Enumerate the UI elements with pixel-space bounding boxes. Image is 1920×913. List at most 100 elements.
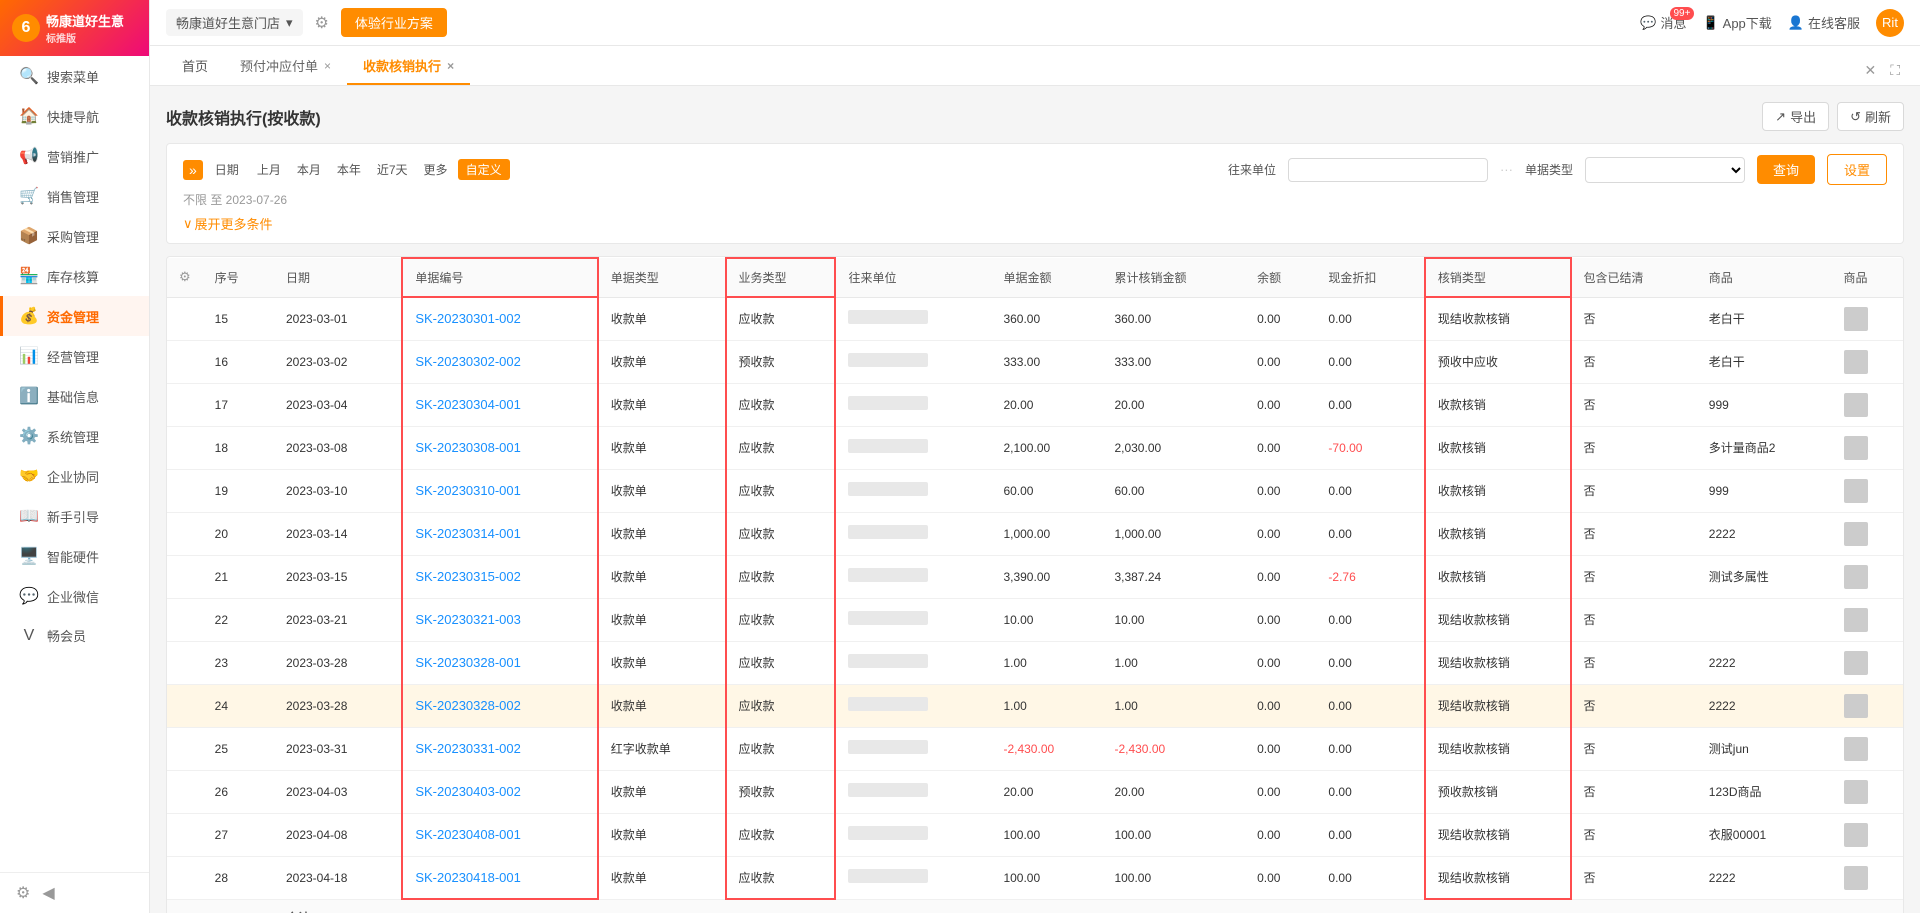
cell-discount: 0.00 (1316, 598, 1424, 641)
cell-goods: 999 (1697, 383, 1832, 426)
sidebar-item-finance[interactable]: 💰 资金管理 (0, 296, 149, 336)
sidebar-collapse-icon[interactable]: ◀ (42, 883, 54, 903)
cell-amount: 100.00 (991, 856, 1102, 899)
cell-biz-type: 应收款 (726, 856, 836, 899)
table-row: 27 2023-04-08 SK-20230408-001 收款单 应收款 10… (167, 813, 1903, 856)
tab-close-all-button[interactable]: ✕ (1860, 60, 1880, 81)
date-this-year-btn[interactable]: 本年 (331, 159, 367, 180)
cell-amount: 20.00 (991, 383, 1102, 426)
cell-biz-type: 应收款 (726, 727, 836, 770)
doc-no-link[interactable]: SK-20230418-001 (415, 870, 521, 885)
guide-icon: 📖 (19, 506, 39, 526)
doc-no-link[interactable]: SK-20230308-001 (415, 440, 521, 455)
filter-row-1: » 日期 上月 本月 本年 近7天 更多 自定义 往来单位 ··· 单据类型 (183, 154, 1887, 185)
cell-partner (835, 512, 991, 555)
table-body: 15 2023-03-01 SK-20230301-002 收款单 应收款 36… (167, 297, 1903, 899)
sidebar-item-wechat[interactable]: 💬 企业微信 (0, 576, 149, 616)
sidebar-item-purchase[interactable]: 📦 采购管理 (0, 216, 149, 256)
messages-button[interactable]: 💬 消息 99+ (1640, 13, 1686, 32)
cell-discount: 0.00 (1316, 340, 1424, 383)
sidebar-item-member[interactable]: V 畅会员 (0, 616, 149, 655)
cell-biz-type: 应收款 (726, 512, 836, 555)
solution-button[interactable]: 体验行业方案 (341, 8, 447, 37)
cell-no: 22 (203, 598, 274, 641)
page-title: 收款核销执行(按收款) (166, 105, 321, 129)
data-table: ⚙ 序号 日期 单据编号 单据类型 业务类型 往来单位 单据金额 累计核销金额 … (167, 257, 1903, 913)
cell-discount: -2.76 (1316, 555, 1424, 598)
doc-no-link[interactable]: SK-20230328-002 (415, 698, 521, 713)
cell-goods: 999 (1697, 469, 1832, 512)
doc-no-link[interactable]: SK-20230321-003 (415, 612, 521, 627)
refresh-button[interactable]: ↺ 刷新 (1837, 102, 1904, 131)
doc-type-select[interactable] (1585, 157, 1745, 183)
date-filter-label: 日期 (215, 161, 239, 178)
user-avatar[interactable]: Rit (1876, 9, 1904, 37)
cell-discount: 0.00 (1316, 512, 1424, 555)
doc-no-link[interactable]: SK-20230304-001 (415, 397, 521, 412)
cell-partner (835, 555, 991, 598)
tab-home[interactable]: 首页 (166, 48, 224, 85)
tab-receipt[interactable]: 收款核销执行 × (347, 48, 470, 85)
sidebar-item-system[interactable]: ⚙️ 系统管理 (0, 416, 149, 456)
doc-no-link[interactable]: SK-20230314-001 (415, 526, 521, 541)
service-icon: 👤 (1788, 15, 1804, 31)
cell-include-settled: 否 (1571, 856, 1697, 899)
date-this-month-btn[interactable]: 本月 (291, 159, 327, 180)
col-settings-header[interactable]: ⚙ (167, 258, 203, 297)
export-button[interactable]: ↗ 导出 (1762, 102, 1829, 131)
cell-verified: -2,430.00 (1102, 727, 1245, 770)
tab-payable-close[interactable]: × (324, 59, 331, 73)
doc-no-link[interactable]: SK-20230301-002 (415, 311, 521, 326)
doc-no-link[interactable]: SK-20230408-001 (415, 827, 521, 842)
settings-filter-button[interactable]: 设置 (1827, 154, 1887, 185)
sidebar-item-label: 库存核算 (47, 267, 99, 286)
cell-amount: 10.00 (991, 598, 1102, 641)
partner-input[interactable] (1288, 158, 1488, 182)
date-7days-btn[interactable]: 近7天 (371, 159, 414, 180)
sidebar-item-label: 企业协同 (47, 467, 99, 486)
cell-goods2 (1832, 297, 1903, 340)
doc-no-link[interactable]: SK-20230302-002 (415, 354, 521, 369)
sidebar-item-label: 经营管理 (47, 347, 99, 366)
partner-label: 往来单位 (1228, 161, 1276, 178)
doc-no-link[interactable]: SK-20230331-002 (415, 741, 521, 756)
sidebar-item-basic[interactable]: ℹ️ 基础信息 (0, 376, 149, 416)
sidebar-settings-icon[interactable]: ⚙ (16, 883, 30, 903)
sidebar-item-inventory[interactable]: 🏪 库存核算 (0, 256, 149, 296)
tab-maximize-button[interactable]: ⛶ (1886, 60, 1904, 81)
tab-receipt-close[interactable]: × (447, 59, 454, 73)
filter-expand-left-icon[interactable]: » (183, 160, 203, 180)
doc-no-link[interactable]: SK-20230315-002 (415, 569, 521, 584)
sidebar-item-operation[interactable]: 📊 经营管理 (0, 336, 149, 376)
column-settings-icon[interactable]: ⚙ (179, 269, 191, 284)
col-include-settled-header: 包含已结清 (1571, 258, 1697, 297)
query-button[interactable]: 查询 (1757, 155, 1815, 184)
workspace-selector[interactable]: 畅康道好生意门店 ▾ (166, 9, 303, 36)
sidebar-item-shortcut[interactable]: 🏠 快捷导航 (0, 96, 149, 136)
cell-include-settled: 否 (1571, 813, 1697, 856)
cell-settings (167, 641, 203, 684)
cell-doc-type: 收款单 (598, 426, 726, 469)
doc-no-link[interactable]: SK-20230403-002 (415, 784, 521, 799)
app-download-button[interactable]: 📱 App下载 (1702, 13, 1771, 32)
doc-no-link[interactable]: SK-20230310-001 (415, 483, 521, 498)
logo-subtitle: 标推版 (46, 30, 124, 45)
online-service-button[interactable]: 👤 在线客服 (1788, 13, 1860, 32)
tabbar: 首页 预付冲应付单 × 收款核销执行 × ✕ ⛶ (150, 46, 1920, 86)
expand-more-filters-btn[interactable]: ∨ 展开更多条件 (183, 214, 273, 233)
sidebar-item-guide[interactable]: 📖 新手引导 (0, 496, 149, 536)
online-service-label: 在线客服 (1808, 13, 1860, 32)
sidebar-item-marketing[interactable]: 📢 营销推广 (0, 136, 149, 176)
gear-icon[interactable]: ⚙ (315, 13, 329, 33)
sidebar-item-hardware[interactable]: 🖥️ 智能硬件 (0, 536, 149, 576)
date-last-month-btn[interactable]: 上月 (251, 159, 287, 180)
doc-no-link[interactable]: SK-20230328-001 (415, 655, 521, 670)
cell-no: 18 (203, 426, 274, 469)
date-custom-btn[interactable]: 自定义 (458, 159, 510, 180)
tab-payable[interactable]: 预付冲应付单 × (224, 48, 347, 85)
sidebar-item-search[interactable]: 🔍 搜索菜单 (0, 56, 149, 96)
sidebar-item-enterprise[interactable]: 🤝 企业协同 (0, 456, 149, 496)
date-more-btn[interactable]: 更多 (418, 159, 454, 180)
cell-partner (835, 340, 991, 383)
sidebar-item-sales[interactable]: 🛒 销售管理 (0, 176, 149, 216)
